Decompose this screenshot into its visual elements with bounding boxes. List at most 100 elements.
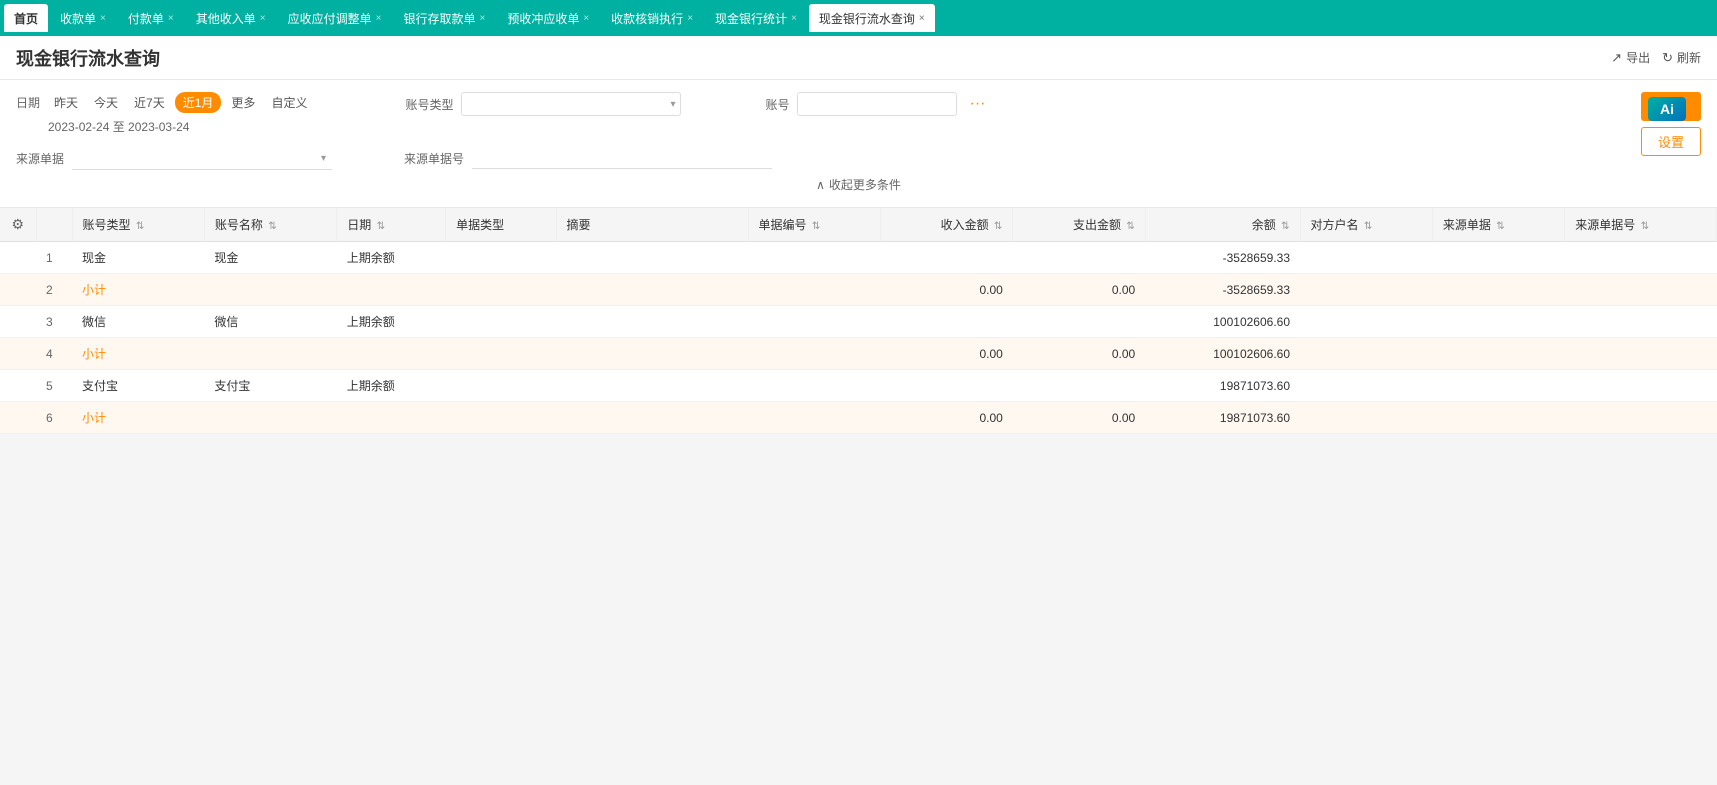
col-index	[36, 208, 72, 242]
cell-summary	[556, 370, 748, 402]
col-account-name[interactable]: 账号名称 ⇅	[204, 208, 336, 242]
date-7days[interactable]: 近7天	[128, 92, 171, 113]
table-header-row: ⚙ 账号类型 ⇅ 账号名称 ⇅ 日期 ⇅ 单据类型	[0, 208, 1717, 242]
source-doc-select[interactable]	[72, 147, 332, 170]
export-button[interactable]: ↗ 导出	[1611, 49, 1650, 66]
cell-balance: -3528659.33	[1145, 242, 1300, 274]
date-yesterday[interactable]: 昨天	[48, 92, 84, 113]
date-today[interactable]: 今天	[88, 92, 124, 113]
cell-income: 0.00	[880, 274, 1012, 306]
cell-date: 上期余额	[337, 242, 446, 274]
cell-gear	[0, 274, 36, 306]
nav-tab-collect-exec[interactable]: 收款核销执行 ×	[601, 4, 703, 32]
close-icon[interactable]: ×	[376, 13, 382, 24]
nav-tab-ar-adjust[interactable]: 应收应付调整单 ×	[278, 4, 392, 32]
sort-icon: ⇅	[812, 221, 820, 232]
nav-tab-cash-bank-flow[interactable]: 现金银行流水查询 ×	[809, 4, 935, 32]
cell-gear	[0, 402, 36, 434]
col-counterpart[interactable]: 对方户名 ⇅	[1300, 208, 1432, 242]
cell-index: 2	[36, 274, 72, 306]
date-options: 昨天 今天 近7天 近1月 更多 自定义	[48, 92, 313, 113]
collapse-bar[interactable]: ∧ 收起更多条件	[16, 172, 1701, 195]
col-expense[interactable]: 支出金额 ⇅	[1013, 208, 1145, 242]
sort-icon: ⇅	[1281, 221, 1289, 232]
collapse-up-icon: ∧	[816, 178, 825, 192]
cell-doc-no	[748, 242, 880, 274]
close-icon[interactable]: ×	[168, 13, 174, 24]
col-income[interactable]: 收入金额 ⇅	[880, 208, 1012, 242]
close-icon[interactable]: ×	[791, 13, 797, 24]
table-row[interactable]: 2小计0.000.00-3528659.33	[0, 274, 1717, 306]
sort-icon: ⇅	[994, 221, 1002, 232]
source-doc-no-label: 来源单据号	[404, 150, 464, 167]
col-doc-no[interactable]: 单据编号 ⇅	[748, 208, 880, 242]
more-options-icon[interactable]: ···	[965, 95, 989, 113]
date-custom[interactable]: 自定义	[265, 92, 313, 113]
col-date[interactable]: 日期 ⇅	[337, 208, 446, 242]
nav-tab-bank-deposit[interactable]: 银行存取款单 ×	[393, 4, 495, 32]
cell-gear	[0, 338, 36, 370]
nav-tab-other-income[interactable]: 其他收入单 ×	[186, 4, 276, 32]
account-type-select[interactable]	[461, 92, 681, 116]
cell-account-name: 现金	[204, 242, 336, 274]
close-icon[interactable]: ×	[100, 13, 106, 24]
cell-account-type: 支付宝	[72, 370, 204, 402]
settings-button[interactable]: 设置	[1641, 127, 1701, 156]
nav-tab-cash-bank-stat[interactable]: 现金银行统计 ×	[705, 4, 807, 32]
close-icon[interactable]: ×	[687, 13, 693, 24]
col-balance[interactable]: 余额 ⇅	[1145, 208, 1300, 242]
table-row[interactable]: 6小计0.000.0019871073.60	[0, 402, 1717, 434]
cell-index: 5	[36, 370, 72, 402]
cell-account-name: 支付宝	[204, 370, 336, 402]
ai-badge[interactable]: Ai	[1648, 97, 1686, 121]
data-table: ⚙ 账号类型 ⇅ 账号名称 ⇅ 日期 ⇅ 单据类型	[0, 208, 1717, 434]
nav-tab-cash-bank-stat-label: 现金银行统计	[715, 10, 787, 27]
col-source-doc-no[interactable]: 来源单据号 ⇅	[1565, 208, 1717, 242]
cell-doc-no	[748, 274, 880, 306]
filter-row-2: 来源单据 ▾ 来源单据号	[16, 143, 1625, 172]
export-icon: ↗	[1611, 50, 1622, 66]
cell-summary	[556, 274, 748, 306]
col-gear[interactable]: ⚙	[0, 208, 36, 242]
table-row[interactable]: 5支付宝支付宝上期余额19871073.60	[0, 370, 1717, 402]
nav-tab-payment[interactable]: 付款单 ×	[118, 4, 184, 32]
table-row[interactable]: 3微信微信上期余额100102606.60	[0, 306, 1717, 338]
col-doc-type: 单据类型	[446, 208, 556, 242]
cell-source-doc	[1432, 242, 1564, 274]
cell-index: 6	[36, 402, 72, 434]
filter-area: 日期 昨天 今天 近7天 近1月 更多 自定义 账号类型	[0, 80, 1717, 208]
close-icon[interactable]: ×	[479, 13, 485, 24]
cell-balance: 19871073.60	[1145, 402, 1300, 434]
cell-source-doc-no	[1565, 402, 1717, 434]
close-icon[interactable]: ×	[260, 13, 266, 24]
close-icon[interactable]: ×	[583, 13, 589, 24]
cell-doc-type	[446, 402, 556, 434]
cell-doc-no	[748, 306, 880, 338]
source-doc-filter-group: 来源单据 ▾	[16, 147, 332, 170]
table-row[interactable]: 4小计0.000.00100102606.60	[0, 338, 1717, 370]
date-more[interactable]: 更多	[225, 92, 261, 113]
cell-source-doc-no	[1565, 370, 1717, 402]
source-doc-no-input[interactable]	[472, 148, 772, 169]
date-1month[interactable]: 近1月	[175, 92, 222, 113]
cell-expense: 0.00	[1013, 402, 1145, 434]
page-header: 现金银行流水查询 ↗ 导出 ↻ 刷新	[0, 36, 1717, 80]
nav-tab-receipt[interactable]: 收款单 ×	[50, 4, 116, 32]
col-account-type[interactable]: 账号类型 ⇅	[72, 208, 204, 242]
cell-account-name	[204, 274, 336, 306]
nav-tab-other-income-label: 其他收入单	[196, 10, 256, 27]
cell-source-doc-no	[1565, 274, 1717, 306]
col-source-doc[interactable]: 来源单据 ⇅	[1432, 208, 1564, 242]
nav-tab-prepay-offset[interactable]: 预收冲应收单 ×	[497, 4, 599, 32]
date-filter-group: 日期 昨天 今天 近7天 近1月 更多 自定义	[16, 92, 321, 113]
gear-icon[interactable]: ⚙	[11, 216, 24, 232]
account-input[interactable]	[797, 92, 957, 116]
table-row[interactable]: 1现金现金上期余额-3528659.33	[0, 242, 1717, 274]
cell-account-type: 现金	[72, 242, 204, 274]
nav-tab-home[interactable]: 首页	[4, 4, 48, 32]
close-icon[interactable]: ×	[919, 13, 925, 24]
refresh-button[interactable]: ↻ 刷新	[1662, 49, 1701, 66]
account-label: 账号	[765, 96, 789, 113]
cell-account-type: 微信	[72, 306, 204, 338]
sort-icon: ⇅	[1641, 221, 1649, 232]
